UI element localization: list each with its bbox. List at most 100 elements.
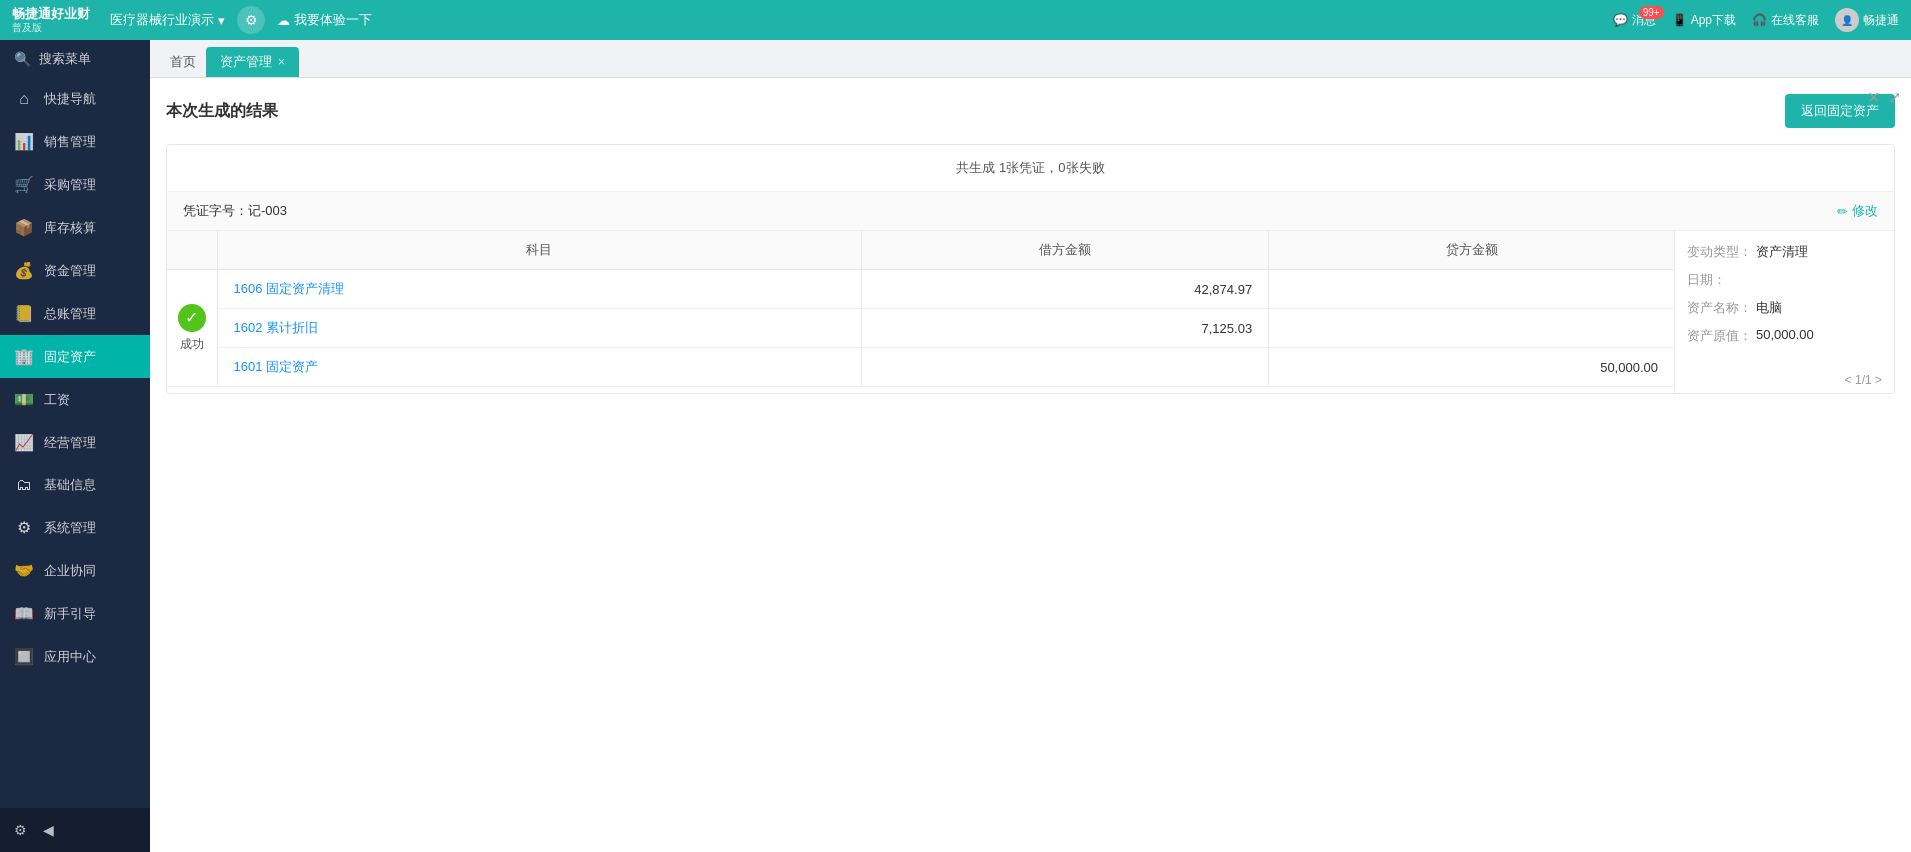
chart-icon: 📊	[14, 132, 34, 151]
voucher-section: 凭证字号：记-003 ✏ 修改	[167, 192, 1894, 393]
gear-icon: ⚙	[14, 518, 34, 537]
user-profile[interactable]: 👤 畅捷通	[1835, 8, 1899, 32]
date-item: 日期：	[1687, 271, 1882, 289]
money-icon: 💰	[14, 261, 34, 280]
subject-1606[interactable]: 1606 固定资产清理	[217, 270, 861, 309]
asset-name-value: 电脑	[1756, 299, 1782, 317]
sidebar-item-enterprise[interactable]: 🤝 企业协同	[0, 549, 150, 592]
user-label: 畅捷通	[1863, 12, 1899, 29]
result-area: 共生成 1张凭证，0张失败 凭证字号：记-003 ✏ 修改	[166, 144, 1895, 394]
home-tab-label: 首页	[170, 53, 196, 71]
logo-area: 畅捷通好业财 普及版	[12, 6, 90, 34]
avatar: 👤	[1835, 8, 1859, 32]
content-area: 首页 资产管理 × 本次生成的结果 返回固定资产 共生成 1张凭证，0张失败 凭…	[150, 40, 1911, 852]
subject-1602[interactable]: 1602 累计折旧	[217, 309, 861, 348]
credit-1602	[1269, 309, 1674, 348]
sidebar-scroll: ⌂ 快捷导航 📊 销售管理 🛒 采购管理 📦 库存核算 💰 资金管理 📒	[0, 78, 150, 808]
box-icon: 📦	[14, 218, 34, 237]
sidebar-item-label: 企业协同	[44, 562, 96, 580]
tab-close-button[interactable]: ×	[278, 55, 285, 69]
voucher-number: 凭证字号：记-003	[183, 202, 287, 220]
tab-asset-management[interactable]: 资产管理 ×	[206, 47, 299, 77]
sidebar-item-label: 销售管理	[44, 133, 96, 151]
page-header: 本次生成的结果 返回固定资产	[166, 94, 1895, 128]
sidebar-item-purchase[interactable]: 🛒 采购管理	[0, 163, 150, 206]
building-icon: 🏢	[14, 347, 34, 366]
sidebar-item-fixed-assets[interactable]: 🏢 固定资产	[0, 335, 150, 378]
voucher-data-table: 科目 借方金额 贷方金额 ✓	[167, 231, 1674, 387]
subject-1601[interactable]: 1601 固定资产	[217, 348, 861, 387]
sidebar-item-sales[interactable]: 📊 销售管理	[0, 120, 150, 163]
voucher-header: 凭证字号：记-003 ✏ 修改	[167, 192, 1894, 231]
change-type-label: 变动类型：	[1687, 243, 1752, 261]
tab-home[interactable]: 首页	[160, 47, 206, 77]
message-icon: 💬	[1613, 13, 1628, 27]
tab-label: 资产管理	[220, 53, 272, 71]
success-icon: ✓	[178, 304, 206, 332]
next-page-button[interactable]: >	[1875, 373, 1882, 387]
result-summary: 共生成 1张凭证，0张失败	[167, 145, 1894, 192]
close-panel-button[interactable]: ✕	[1867, 88, 1880, 107]
table-row: 1601 固定资产 50,000.00	[167, 348, 1674, 387]
sidebar-item-label: 库存核算	[44, 219, 96, 237]
app-download-label: App下载	[1691, 12, 1736, 29]
online-service-button[interactable]: 🎧 在线客服	[1752, 12, 1819, 29]
collapse-button[interactable]: ◀	[43, 822, 54, 838]
sidebar-item-quick-nav[interactable]: ⌂ 快捷导航	[0, 78, 150, 120]
main-layout: 🔍 搜索菜单 ⌂ 快捷导航 📊 销售管理 🛒 采购管理 📦 库存核算 💰	[0, 40, 1911, 852]
experience-button[interactable]: ☁ 我要体验一下	[277, 11, 372, 29]
col-subject: 科目	[217, 231, 861, 270]
sidebar-item-inventory[interactable]: 📦 库存核算	[0, 206, 150, 249]
status-cell: ✓ 成功	[167, 284, 217, 373]
folder-icon: 🗂	[14, 476, 34, 494]
sidebar-item-guide[interactable]: 📖 新手引导	[0, 592, 150, 635]
company-selector[interactable]: 医疗器械行业演示 ▾	[110, 11, 225, 29]
settings-bottom-button[interactable]: ⚙	[14, 822, 27, 838]
sidebar-item-label: 应用中心	[44, 648, 96, 666]
edit-button[interactable]: ✏ 修改	[1837, 202, 1878, 220]
home-icon: ⌂	[14, 90, 34, 108]
online-service-label: 在线客服	[1771, 12, 1819, 29]
grid-icon: 🔲	[14, 647, 34, 666]
sidebar-item-operations[interactable]: 📈 经营管理	[0, 421, 150, 464]
payroll-icon: 💵	[14, 390, 34, 409]
sidebar-item-label: 系统管理	[44, 519, 96, 537]
guide-icon: 📖	[14, 604, 34, 623]
prev-page-button[interactable]: <	[1845, 373, 1852, 387]
fullscreen-button[interactable]: ⤢	[1888, 88, 1901, 107]
asset-value-label: 资产原值：	[1687, 327, 1752, 345]
sidebar-item-label: 总账管理	[44, 305, 96, 323]
sidebar: 🔍 搜索菜单 ⌂ 快捷导航 📊 销售管理 🛒 采购管理 📦 库存核算 💰	[0, 40, 150, 852]
change-type-item: 变动类型： 资产清理	[1687, 243, 1882, 261]
sidebar-item-label: 新手引导	[44, 605, 96, 623]
table-row: 1602 累计折旧 7,125.03	[167, 309, 1674, 348]
credit-1606	[1269, 270, 1674, 309]
voucher-table: 科目 借方金额 贷方金额 ✓	[167, 231, 1894, 393]
sidebar-item-label: 经营管理	[44, 434, 96, 452]
header-right-actions: 💬 消息 99+ 📱 App下载 🎧 在线客服 👤 畅捷通	[1613, 8, 1899, 32]
page-title: 本次生成的结果	[166, 101, 278, 122]
experience-label: 我要体验一下	[294, 11, 372, 29]
logo-sub: 普及版	[12, 22, 90, 34]
sidebar-item-sys-manage[interactable]: ⚙ 系统管理	[0, 506, 150, 549]
table-row: ✓ 成功 1606 固定资产清理 42,874.97	[167, 270, 1674, 309]
handshake-icon: 🤝	[14, 561, 34, 580]
sidebar-item-basic-info[interactable]: 🗂 基础信息	[0, 464, 150, 506]
date-label: 日期：	[1687, 271, 1726, 289]
trend-icon: 📈	[14, 433, 34, 452]
col-debit: 借方金额	[861, 231, 1269, 270]
sidebar-item-app-center[interactable]: 🔲 应用中心	[0, 635, 150, 678]
sidebar-item-ledger[interactable]: 📒 总账管理	[0, 292, 150, 335]
sidebar-item-payroll[interactable]: 💵 工资	[0, 378, 150, 421]
sidebar-item-finance[interactable]: 💰 资金管理	[0, 249, 150, 292]
message-button[interactable]: 💬 消息 99+	[1613, 12, 1656, 29]
change-type-value: 资产清理	[1756, 243, 1808, 261]
table-side-panel: 变动类型： 资产清理 日期： 资产名称： 电脑	[1674, 231, 1894, 393]
pagination-info: 1/1	[1855, 373, 1875, 387]
sidebar-search[interactable]: 🔍 搜索菜单	[0, 40, 150, 78]
edit-label: 修改	[1852, 202, 1878, 220]
settings-button[interactable]: ⚙	[237, 6, 265, 34]
sidebar-item-label: 固定资产	[44, 348, 96, 366]
app-download-button[interactable]: 📱 App下载	[1672, 12, 1736, 29]
sidebar-item-label: 工资	[44, 391, 70, 409]
